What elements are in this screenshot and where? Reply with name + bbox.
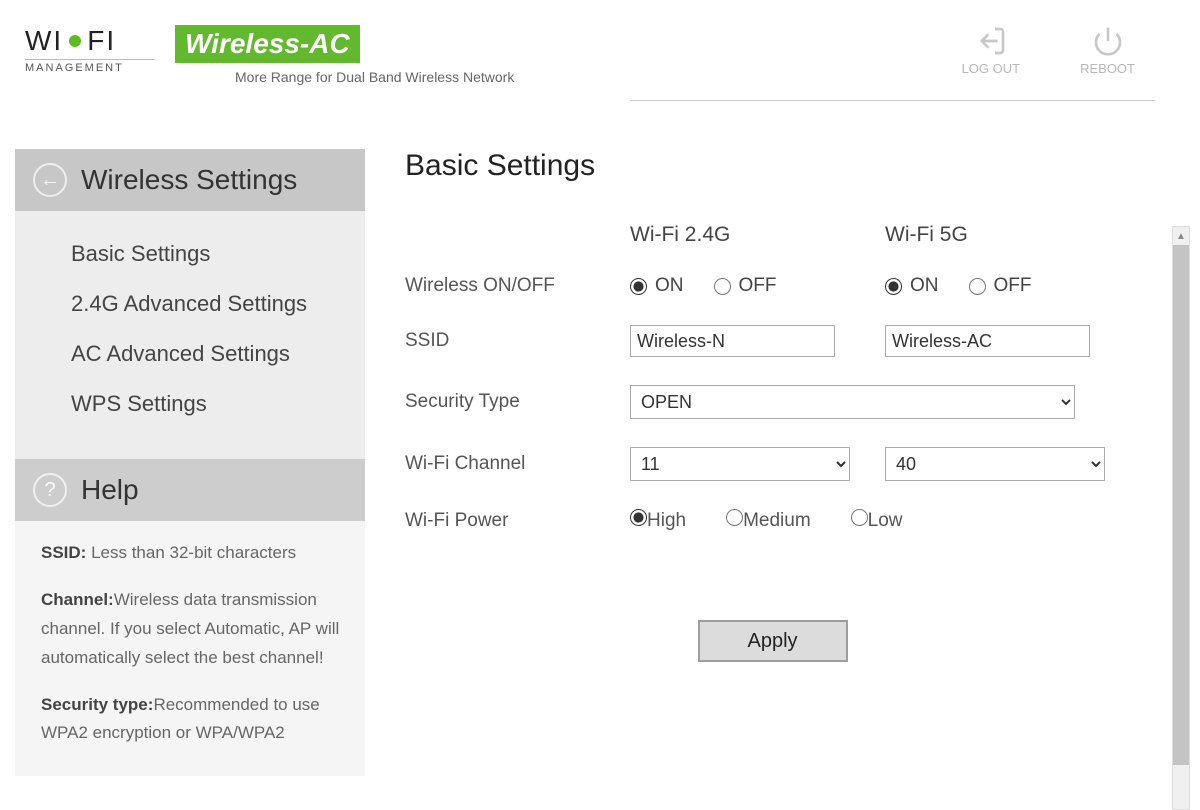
radio-5g-on-input[interactable]: [885, 278, 902, 295]
radio-5g-off-input[interactable]: [969, 278, 986, 295]
help-sec-label: Security type:: [41, 695, 153, 714]
sidebar-header-help[interactable]: ? Help: [15, 459, 365, 521]
power-icon: [1092, 25, 1124, 57]
scroll-thumb[interactable]: [1173, 245, 1189, 765]
logo-text-wi: WI: [25, 25, 63, 57]
radio-24g-on-input[interactable]: [630, 278, 647, 295]
scroll-up-icon[interactable]: ▲: [1173, 227, 1189, 245]
channel-24g-select[interactable]: 11: [630, 447, 850, 481]
radio-power-high-input[interactable]: [630, 509, 647, 526]
reboot-button[interactable]: REBOOT: [1080, 25, 1135, 76]
sidebar-item-wps[interactable]: WPS Settings: [15, 379, 365, 429]
label-ssid: SSID: [405, 330, 630, 352]
ssid-5g-input[interactable]: [885, 325, 1090, 357]
help-ssid-label: SSID:: [41, 543, 86, 562]
radio-5g-off[interactable]: OFF: [969, 275, 1032, 297]
radio-power-low[interactable]: Low: [851, 509, 903, 532]
security-type-select[interactable]: OPEN: [630, 385, 1075, 419]
column-header-5g: Wi-Fi 5G: [885, 223, 1140, 247]
logo-text-fi: FI: [87, 25, 116, 57]
back-arrow-icon: ←: [33, 163, 67, 197]
brand-badge: Wireless-AC: [175, 25, 360, 63]
top-header: WI FI MANAGEMENT Wireless-AC More Range …: [0, 0, 1200, 100]
sidebar-title: Wireless Settings: [81, 164, 297, 196]
sidebar-header-wireless[interactable]: ← Wireless Settings: [15, 149, 365, 211]
sidebar-item-basic[interactable]: Basic Settings: [15, 229, 365, 279]
label-wifi-power: Wi-Fi Power: [405, 510, 630, 532]
radio-5g-on[interactable]: ON: [885, 275, 939, 297]
help-title: Help: [81, 474, 139, 506]
help-content: SSID: Less than 32-bit characters Channe…: [15, 521, 365, 776]
help-channel-label: Channel:: [41, 590, 114, 609]
help-icon: ?: [33, 473, 67, 507]
radio-24g-off-input[interactable]: [714, 278, 731, 295]
logout-label: LOG OUT: [962, 61, 1021, 76]
main-content: Basic Settings Wi-Fi 2.4G Wi-Fi 5G Wirel…: [365, 149, 1200, 810]
sidebar-item-24g-advanced[interactable]: 2.4G Advanced Settings: [15, 279, 365, 329]
radio-24g-on[interactable]: ON: [630, 275, 684, 297]
column-header-24g: Wi-Fi 2.4G: [630, 223, 885, 247]
radio-power-low-input[interactable]: [851, 509, 868, 526]
reboot-label: REBOOT: [1080, 61, 1135, 76]
label-wifi-channel: Wi-Fi Channel: [405, 453, 630, 475]
logo-subtitle: MANAGEMENT: [25, 59, 155, 74]
label-security-type: Security Type: [405, 391, 630, 413]
scrollbar[interactable]: ▲: [1172, 226, 1190, 810]
ssid-24g-input[interactable]: [630, 325, 835, 357]
brand-block: Wireless-AC More Range for Dual Band Wir…: [175, 25, 514, 85]
channel-5g-select[interactable]: 40: [885, 447, 1105, 481]
radio-power-medium[interactable]: Medium: [726, 509, 811, 532]
help-ssid-text: Less than 32-bit characters: [86, 543, 296, 562]
sidebar-item-ac-advanced[interactable]: AC Advanced Settings: [15, 329, 365, 379]
label-wireless-onoff: Wireless ON/OFF: [405, 275, 630, 297]
logout-icon: [975, 25, 1007, 57]
radio-power-high[interactable]: High: [630, 509, 686, 532]
sidebar: ← Wireless Settings Basic Settings 2.4G …: [15, 149, 365, 810]
page-title: Basic Settings: [405, 149, 1140, 183]
sidebar-menu: Basic Settings 2.4G Advanced Settings AC…: [15, 211, 365, 459]
logo-dot-icon: [69, 35, 81, 47]
brand-tagline: More Range for Dual Band Wireless Networ…: [235, 69, 514, 85]
logo: WI FI MANAGEMENT: [25, 25, 155, 74]
logout-button[interactable]: LOG OUT: [962, 25, 1021, 76]
apply-button[interactable]: Apply: [698, 620, 848, 662]
radio-24g-off[interactable]: OFF: [714, 275, 777, 297]
radio-power-medium-input[interactable]: [726, 509, 743, 526]
